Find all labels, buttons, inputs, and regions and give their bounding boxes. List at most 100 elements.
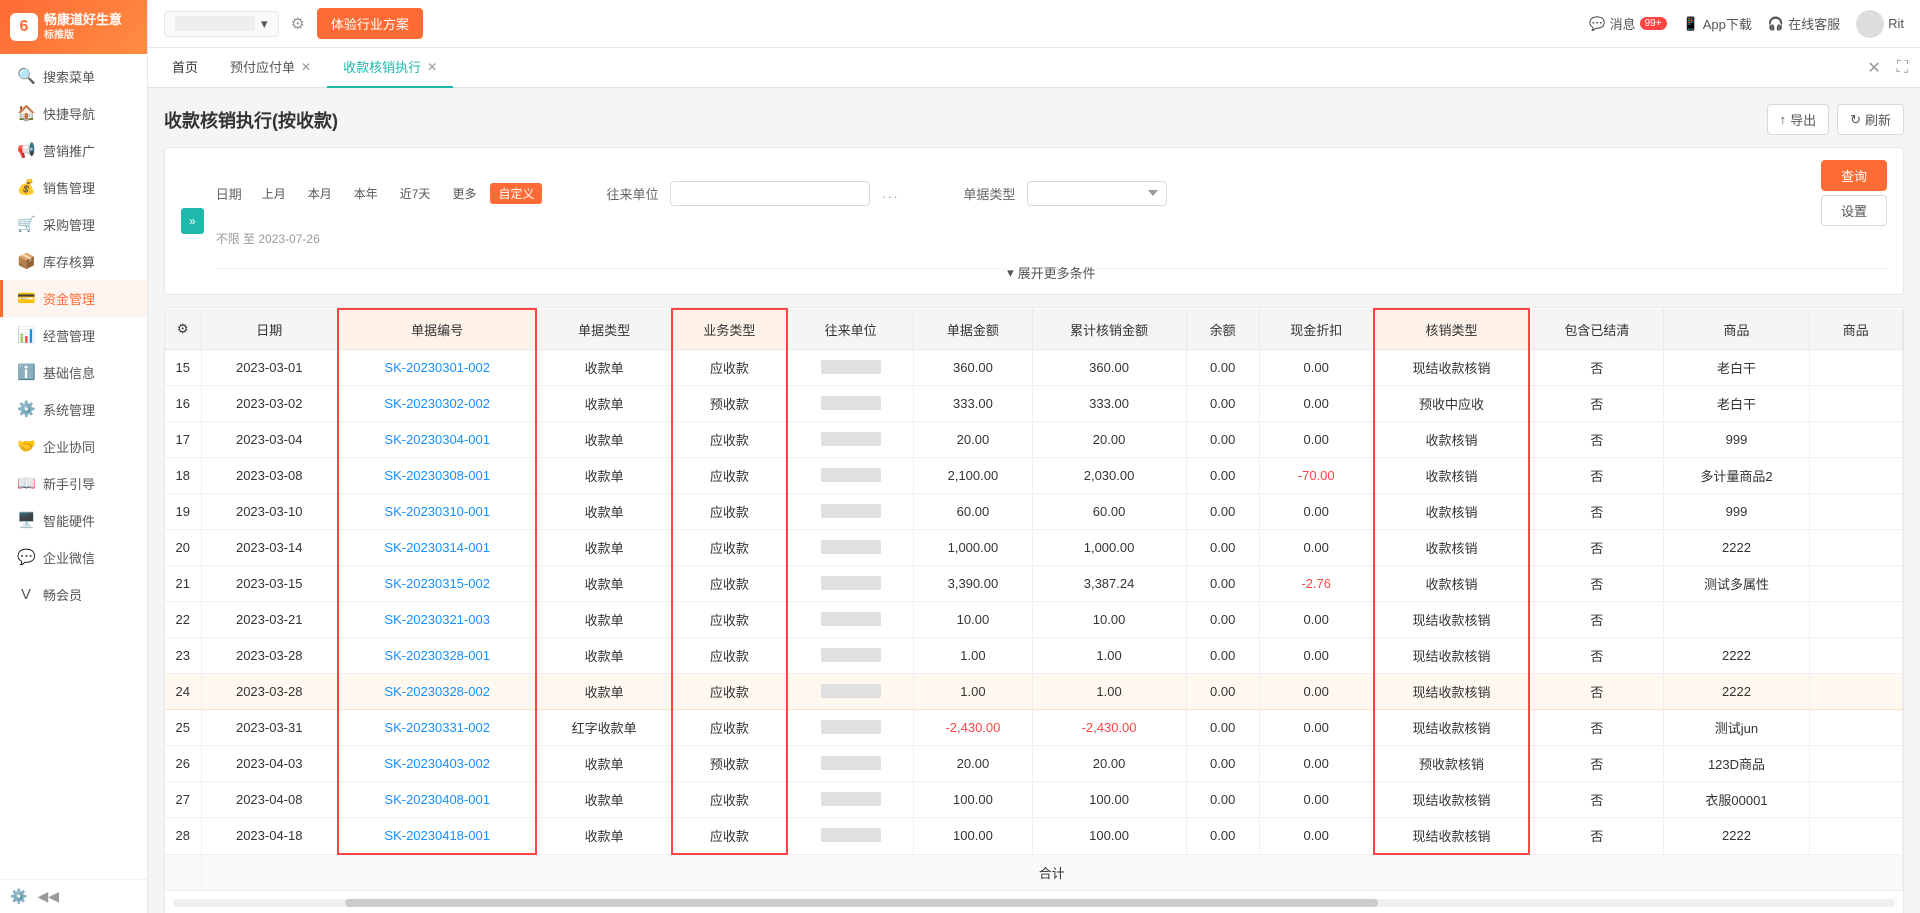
bill-no-link[interactable]: SK-20230328-002 [384, 684, 490, 699]
sidebar-item-quick-nav[interactable]: 🏠 快捷导航 [0, 95, 147, 132]
scrollbar-thumb[interactable] [345, 899, 1378, 907]
date-shortcuts: 上月 本月 本年 近7天 更多 自定义 [254, 183, 543, 204]
sidebar-item-inventory[interactable]: 📦 库存核算 [0, 243, 147, 280]
cell-balance: 0.00 [1186, 710, 1259, 746]
sidebar-item-finance[interactable]: 💳 资金管理 [0, 280, 147, 317]
online-service-label: 在线客服 [1788, 14, 1840, 33]
tab-close-action[interactable]: ✕ [1863, 54, 1884, 82]
sidebar-item-label: 销售管理 [43, 178, 95, 197]
table-row: 19 2023-03-10 SK-20230310-001 收款单 应收款 60… [165, 494, 1903, 530]
filter-settings-button[interactable]: 设置 [1821, 195, 1887, 226]
shortcut-more[interactable]: 更多 [444, 183, 484, 204]
cell-cancel-type: 收款核销 [1374, 422, 1530, 458]
cell-product: 测试jun [1664, 710, 1809, 746]
cell-balance: 0.00 [1186, 818, 1259, 855]
horizontal-scrollbar[interactable] [173, 899, 1895, 907]
sidebar-item-guide[interactable]: 📖 新手引导 [0, 465, 147, 502]
cell-bill-amount: 3,390.00 [914, 566, 1032, 602]
cell-product: 2222 [1664, 818, 1809, 855]
cell-product: 老白干 [1664, 350, 1809, 386]
trial-button[interactable]: 体验行业方案 [317, 8, 423, 39]
bill-no-link[interactable]: SK-20230302-002 [384, 396, 490, 411]
messages-item[interactable]: 💬 消息 99+ [1589, 14, 1666, 33]
bill-no-link[interactable]: SK-20230321-003 [384, 612, 490, 627]
sidebar-item-wechat[interactable]: 💬 企业微信 [0, 539, 147, 576]
sidebar-item-system[interactable]: ⚙️ 系统管理 [0, 391, 147, 428]
sidebar-settings-icon[interactable]: ⚙️ [10, 888, 27, 905]
cell-bill-amount: 333.00 [914, 386, 1032, 422]
shortcut-last-month[interactable]: 上月 [254, 183, 294, 204]
cell-bill-type: 红字收款单 [536, 710, 671, 746]
filter-expand-button[interactable]: » [181, 208, 204, 234]
bill-no-link[interactable]: SK-20230328-001 [384, 648, 490, 663]
query-button[interactable]: 查询 [1821, 160, 1887, 191]
partner-blurred [821, 720, 881, 734]
bill-no-link[interactable]: SK-20230331-002 [384, 720, 490, 735]
online-service-item[interactable]: 🎧 在线客服 [1768, 14, 1840, 33]
workspace-selector[interactable]: ▾ [164, 11, 279, 37]
bill-no-link[interactable]: SK-20230315-002 [384, 576, 490, 591]
cell-include-settled: 否 [1529, 566, 1664, 602]
tab-bar: 首页 预付应付单 ✕ 收款核销执行 ✕ ✕ ⛶ [148, 48, 1920, 88]
sidebar-item-sales[interactable]: 💰 销售管理 [0, 169, 147, 206]
cell-bill-no: SK-20230302-002 [338, 386, 536, 422]
cell-bill-type: 收款单 [536, 458, 671, 494]
cell-balance: 0.00 [1186, 494, 1259, 530]
th-settings[interactable]: ⚙ [165, 309, 201, 350]
shortcut-custom[interactable]: 自定义 [490, 183, 542, 204]
cell-date: 2023-03-28 [201, 638, 338, 674]
date-range-text: 不限 至 2023-07-26 [216, 232, 320, 246]
bill-no-link[interactable]: SK-20230314-001 [384, 540, 490, 555]
sidebar-item-hardware[interactable]: 🖥️ 智能硬件 [0, 502, 147, 539]
bill-no-link[interactable]: SK-20230408-001 [384, 792, 490, 807]
cell-cash-discount: 0.00 [1259, 638, 1373, 674]
sidebar-item-member[interactable]: V 畅会员 [0, 576, 147, 613]
sidebar-item-search[interactable]: 🔍 搜索菜单 [0, 58, 147, 95]
sales-icon: 💰 [17, 178, 35, 196]
tab-prepay[interactable]: 预付应付单 ✕ [214, 48, 327, 88]
bill-type-select[interactable] [1027, 181, 1167, 206]
tab-prepay-close[interactable]: ✕ [301, 60, 311, 74]
tab-receipt[interactable]: 收款核销执行 ✕ [327, 48, 453, 88]
sidebar-item-purchase[interactable]: 🛒 采购管理 [0, 206, 147, 243]
table-settings-icon[interactable]: ⚙ [177, 321, 189, 336]
hardware-icon: 🖥️ [17, 511, 35, 529]
shortcut-7days[interactable]: 近7天 [392, 183, 439, 204]
header-settings-icon[interactable]: ⚙ [291, 14, 305, 34]
header-left: ▾ ⚙ 体验行业方案 [164, 8, 423, 39]
table-row: 24 2023-03-28 SK-20230328-002 收款单 应收款 1.… [165, 674, 1903, 710]
cell-date: 2023-03-21 [201, 602, 338, 638]
cell-biz-type: 应收款 [672, 818, 787, 855]
shortcut-this-month[interactable]: 本月 [300, 183, 340, 204]
wechat-icon: 💬 [17, 548, 35, 566]
sidebar-item-operation[interactable]: 📊 经营管理 [0, 317, 147, 354]
sidebar-item-marketing[interactable]: 📢 营销推广 [0, 132, 147, 169]
expand-conditions-btn[interactable]: ▾ 展开更多条件 [1007, 263, 1096, 282]
export-button[interactable]: ↑ 导出 [1767, 104, 1830, 135]
bill-no-link[interactable]: SK-20230418-001 [384, 828, 490, 843]
app-download-item[interactable]: 📱 App下载 [1683, 14, 1752, 33]
bill-no-link[interactable]: SK-20230301-002 [384, 360, 490, 375]
filter-row-1: 日期 上月 本月 本年 近7天 更多 自定义 往来单位 ... [216, 160, 1887, 226]
cell-include-settled: 否 [1529, 710, 1664, 746]
cell-bill-no: SK-20230304-001 [338, 422, 536, 458]
refresh-button[interactable]: ↻ 刷新 [1837, 104, 1904, 135]
bill-no-link[interactable]: SK-20230304-001 [384, 432, 490, 447]
bill-no-link[interactable]: SK-20230310-001 [384, 504, 490, 519]
cell-date: 2023-03-10 [201, 494, 338, 530]
cell-product2 [1809, 746, 1902, 782]
table-footer-row: 合计 [165, 854, 1903, 891]
cell-biz-type: 预收款 [672, 386, 787, 422]
bill-no-link[interactable]: SK-20230403-002 [384, 756, 490, 771]
tab-fullscreen-action[interactable]: ⛶ [1893, 55, 1912, 81]
sidebar-item-enterprise[interactable]: 🤝 企业协同 [0, 428, 147, 465]
sidebar-item-basic[interactable]: ℹ️ 基础信息 [0, 354, 147, 391]
shortcut-this-year[interactable]: 本年 [346, 183, 386, 204]
sidebar-collapse-icon[interactable]: ◀◀ [37, 888, 59, 905]
bill-no-link[interactable]: SK-20230308-001 [384, 468, 490, 483]
user-item[interactable]: Rit [1856, 10, 1904, 38]
partner-input[interactable] [670, 181, 870, 206]
tab-home[interactable]: 首页 [156, 48, 214, 88]
cell-balance: 0.00 [1186, 350, 1259, 386]
tab-receipt-close[interactable]: ✕ [427, 60, 437, 74]
